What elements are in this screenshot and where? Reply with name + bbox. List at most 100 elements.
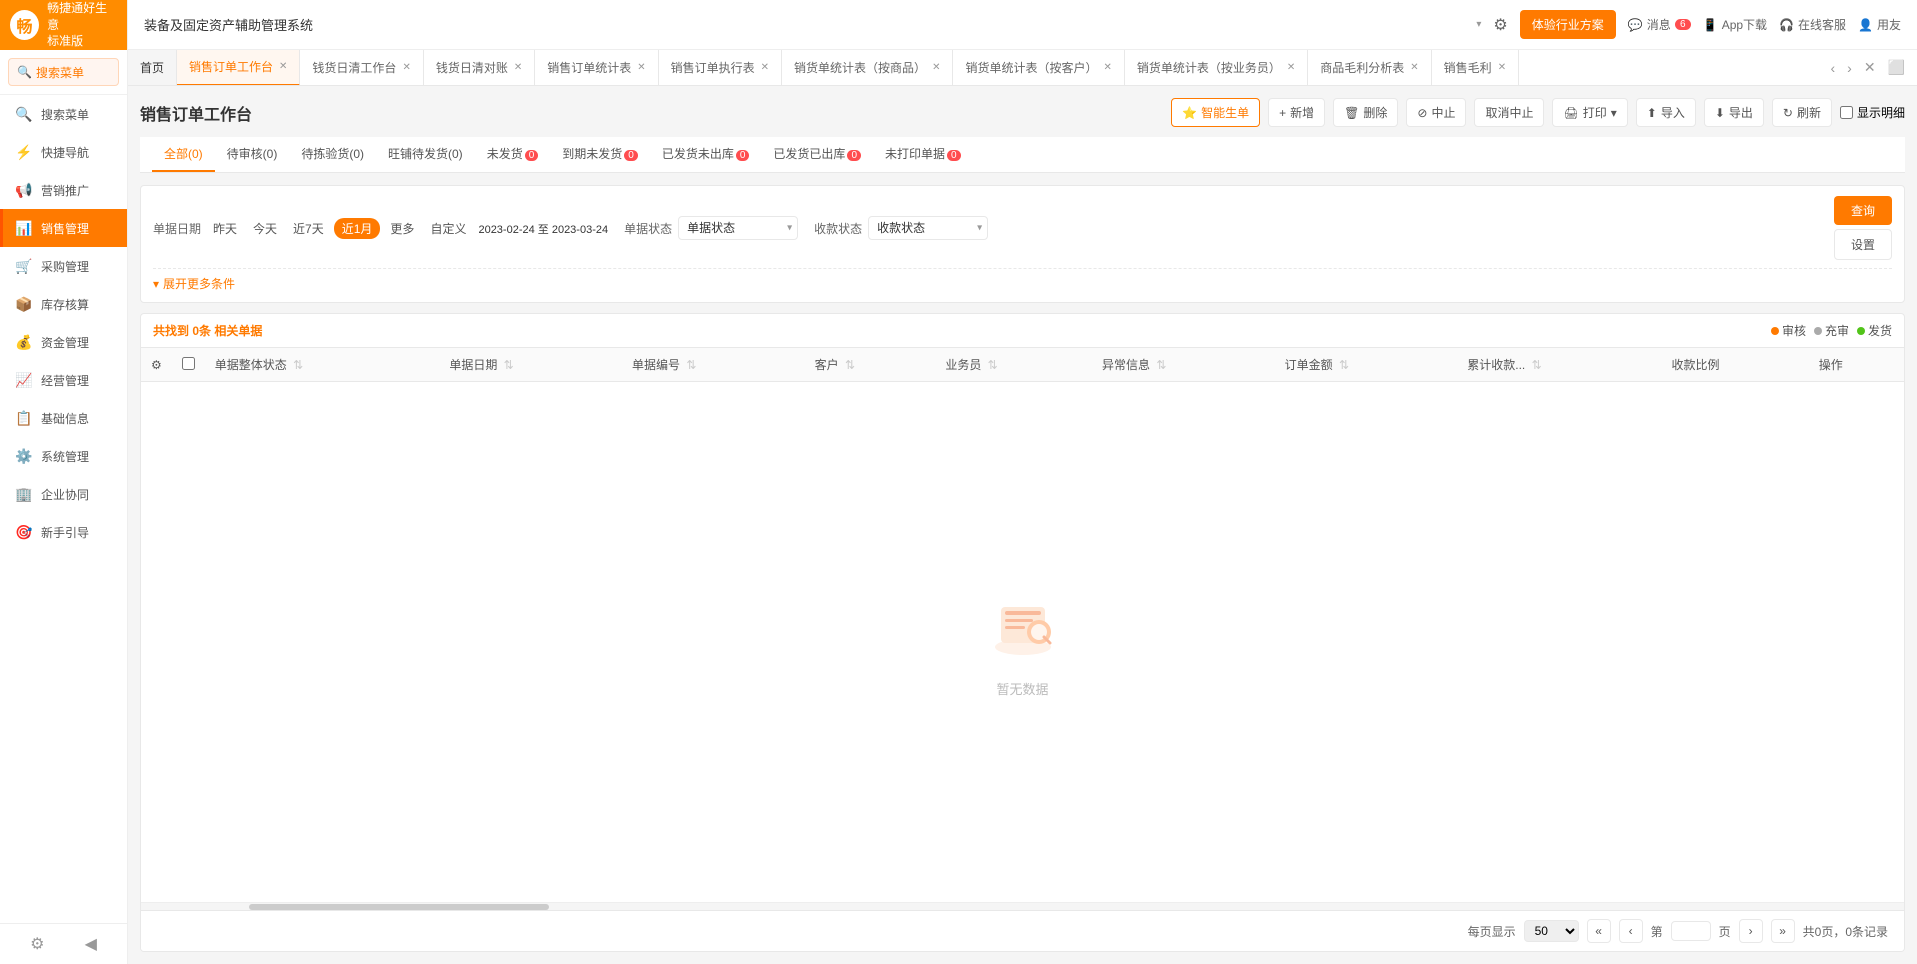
tab-maximize-button[interactable]: ⬜ [1884,57,1909,78]
tab-cash-daily[interactable]: 钱货日清工作台✕ [300,50,423,86]
filter-settings-button[interactable]: 设置 [1834,229,1892,260]
stop-button[interactable]: ⊘ 中止 [1406,98,1466,127]
sub-tab-expired-not-shipped[interactable]: 到期未发货0 [550,137,650,172]
sidebar-item-guide[interactable]: 🎯新手引导 [0,513,127,551]
tab-close-sales-exec[interactable]: ✕ [761,62,769,73]
sidebar-item-search[interactable]: 🔍搜索菜单 [0,95,127,133]
tab-close-sales-summary-product[interactable]: ✕ [932,62,940,73]
tab-home[interactable]: 首页 [128,50,177,86]
tab-close-sales-workbench[interactable]: ✕ [279,61,287,72]
search-menu-button[interactable]: 🔍 搜索菜单 [8,58,119,86]
user-button[interactable]: 👤 用友 [1858,16,1901,33]
main-content: 装备及固定资产辅助管理系统 ▾ ⚙ 体验行业方案 💬 消息 6 📱 App下载 … [128,0,1917,964]
cancel-review-action[interactable]: 充审 [1814,322,1849,339]
sort-date-icon[interactable]: ⇅ [504,358,514,372]
tab-prev-button[interactable]: ‹ [1826,58,1839,78]
delete-button[interactable]: 🗑 删除 [1333,98,1398,127]
sort-staff-icon[interactable]: ⇅ [988,358,998,372]
sidebar-item-basic[interactable]: 📋基础信息 [0,399,127,437]
tab-close-cash-daily[interactable]: ✕ [402,62,410,73]
date-option-近1月[interactable]: 近1月 [334,218,381,239]
add-button[interactable]: + 新增 [1268,98,1325,127]
header-settings-icon[interactable]: ⚙ [1493,15,1507,35]
refresh-button[interactable]: ↻ 刷新 [1772,98,1832,127]
next-page-button[interactable]: › [1739,919,1763,943]
tab-close-sales-stats[interactable]: ✕ [637,62,645,73]
smart-generate-button[interactable]: ⭐ 智能生单 [1171,98,1260,127]
review-action[interactable]: 审核 [1771,322,1806,339]
sub-tab-not-printed[interactable]: 未打印单据0 [873,137,973,172]
tab-sales-summary-product[interactable]: 销货单统计表（按商品）✕ [782,50,953,86]
sort-amount-icon[interactable]: ⇅ [1339,358,1349,372]
col-operation: 操作 [1809,348,1904,382]
first-page-button[interactable]: « [1587,919,1611,943]
export-button[interactable]: ⬇ 导出 [1704,98,1764,127]
sidebar-item-quick-nav[interactable]: ⚡快捷导航 [0,133,127,171]
sidebar-item-marketing[interactable]: 📢营销推广 [0,171,127,209]
show-detail-checkbox-label[interactable]: 显示明细 [1840,104,1905,121]
sub-tab-shipped-out[interactable]: 已发货已出库0 [761,137,873,172]
sub-tab-not-shipped[interactable]: 未发货0 [475,137,551,172]
tab-sales-gross[interactable]: 销售毛利✕ [1432,50,1519,86]
sub-tab-wangpu-pending[interactable]: 旺铺待发货(0) [376,137,475,172]
payment-select[interactable]: 收款状态 [868,216,988,240]
date-option-昨天[interactable]: 昨天 [207,218,243,239]
sub-tab-shipped-not-out[interactable]: 已发货未出库0 [650,137,762,172]
sidebar-item-system[interactable]: ⚙️系统管理 [0,437,127,475]
show-detail-checkbox[interactable] [1840,106,1853,119]
tab-sales-workbench[interactable]: 销售订单工作台✕ [177,50,300,86]
sub-tab-all[interactable]: 全部(0) [152,137,215,172]
sidebar-item-purchase[interactable]: 🛒采购管理 [0,247,127,285]
cancel-stop-button[interactable]: 取消中止 [1474,98,1544,127]
page-number-input[interactable]: 1 [1671,921,1711,941]
tab-sales-exec[interactable]: 销售订单执行表✕ [659,50,782,86]
sort-customer-icon[interactable]: ⇅ [845,358,855,372]
select-all-checkbox[interactable] [182,357,195,370]
tab-gross-profit[interactable]: 商品毛利分析表✕ [1308,50,1431,86]
sidebar-item-finance[interactable]: 💰资金管理 [0,323,127,361]
date-option-更多[interactable]: 更多 [384,218,420,239]
tab-cash-reconcile[interactable]: 钱货日清对账✕ [424,50,535,86]
horizontal-scrollbar[interactable] [141,902,1904,910]
tab-close-sales-summary-staff[interactable]: ✕ [1287,62,1295,73]
tab-sales-summary-customer[interactable]: 销货单统计表（按客户）✕ [953,50,1124,86]
system-title-dropdown[interactable]: ▾ [1476,19,1481,30]
online-support-button[interactable]: 🎧 在线客服 [1779,16,1846,33]
tab-close-sales-gross[interactable]: ✕ [1498,62,1506,73]
ship-action[interactable]: 发货 [1857,322,1892,339]
tab-close-gross-profit[interactable]: ✕ [1410,62,1418,73]
date-option-近7天[interactable]: 近7天 [287,218,330,239]
experience-button[interactable]: 体验行业方案 [1520,10,1616,39]
sub-tab-pending-inspect[interactable]: 待拣验货(0) [289,137,376,172]
settings-icon[interactable]: ⚙ [30,934,44,954]
sidebar-item-operation[interactable]: 📈经营管理 [0,361,127,399]
sidebar-item-enterprise[interactable]: 🏢企业协同 [0,475,127,513]
print-button[interactable]: 🖨 打印 ▾ [1552,98,1627,127]
tab-sales-stats[interactable]: 销售订单统计表✕ [535,50,658,86]
sidebar-item-sales[interactable]: 📊销售管理 [0,209,127,247]
tab-sales-summary-staff[interactable]: 销货单统计表（按业务员）✕ [1125,50,1308,86]
tab-close-sales-summary-customer[interactable]: ✕ [1103,62,1111,73]
prev-page-button[interactable]: ‹ [1619,919,1643,943]
sidebar-item-inventory[interactable]: 📦库存核算 [0,285,127,323]
expand-filter-button[interactable]: ▾ 展开更多条件 [153,275,1892,292]
tab-close-cash-reconcile[interactable]: ✕ [514,62,522,73]
sort-number-icon[interactable]: ⇅ [686,358,696,372]
status-select[interactable]: 单据状态 [678,216,798,240]
date-option-今天[interactable]: 今天 [247,218,283,239]
tab-close-all-button[interactable]: ✕ [1860,57,1880,78]
message-button[interactable]: 💬 消息 6 [1628,16,1691,33]
scroll-thumb[interactable] [249,904,549,910]
collapse-icon[interactable]: ◀ [85,934,97,954]
sort-status-icon[interactable]: ⇅ [293,358,303,372]
per-page-select[interactable]: 50 10 20 100 [1524,920,1579,942]
sort-abnormal-icon[interactable]: ⇅ [1156,358,1166,372]
last-page-button[interactable]: » [1771,919,1795,943]
import-button[interactable]: ⬆ 导入 [1636,98,1696,127]
sub-tab-pending-review[interactable]: 待审核(0) [215,137,290,172]
app-download-button[interactable]: 📱 App下载 [1703,16,1767,33]
sort-collected-icon[interactable]: ⇅ [1532,358,1542,372]
date-option-自定义[interactable]: 自定义 [424,218,472,239]
query-button[interactable]: 查询 [1834,196,1892,225]
tab-next-button[interactable]: › [1843,58,1856,78]
